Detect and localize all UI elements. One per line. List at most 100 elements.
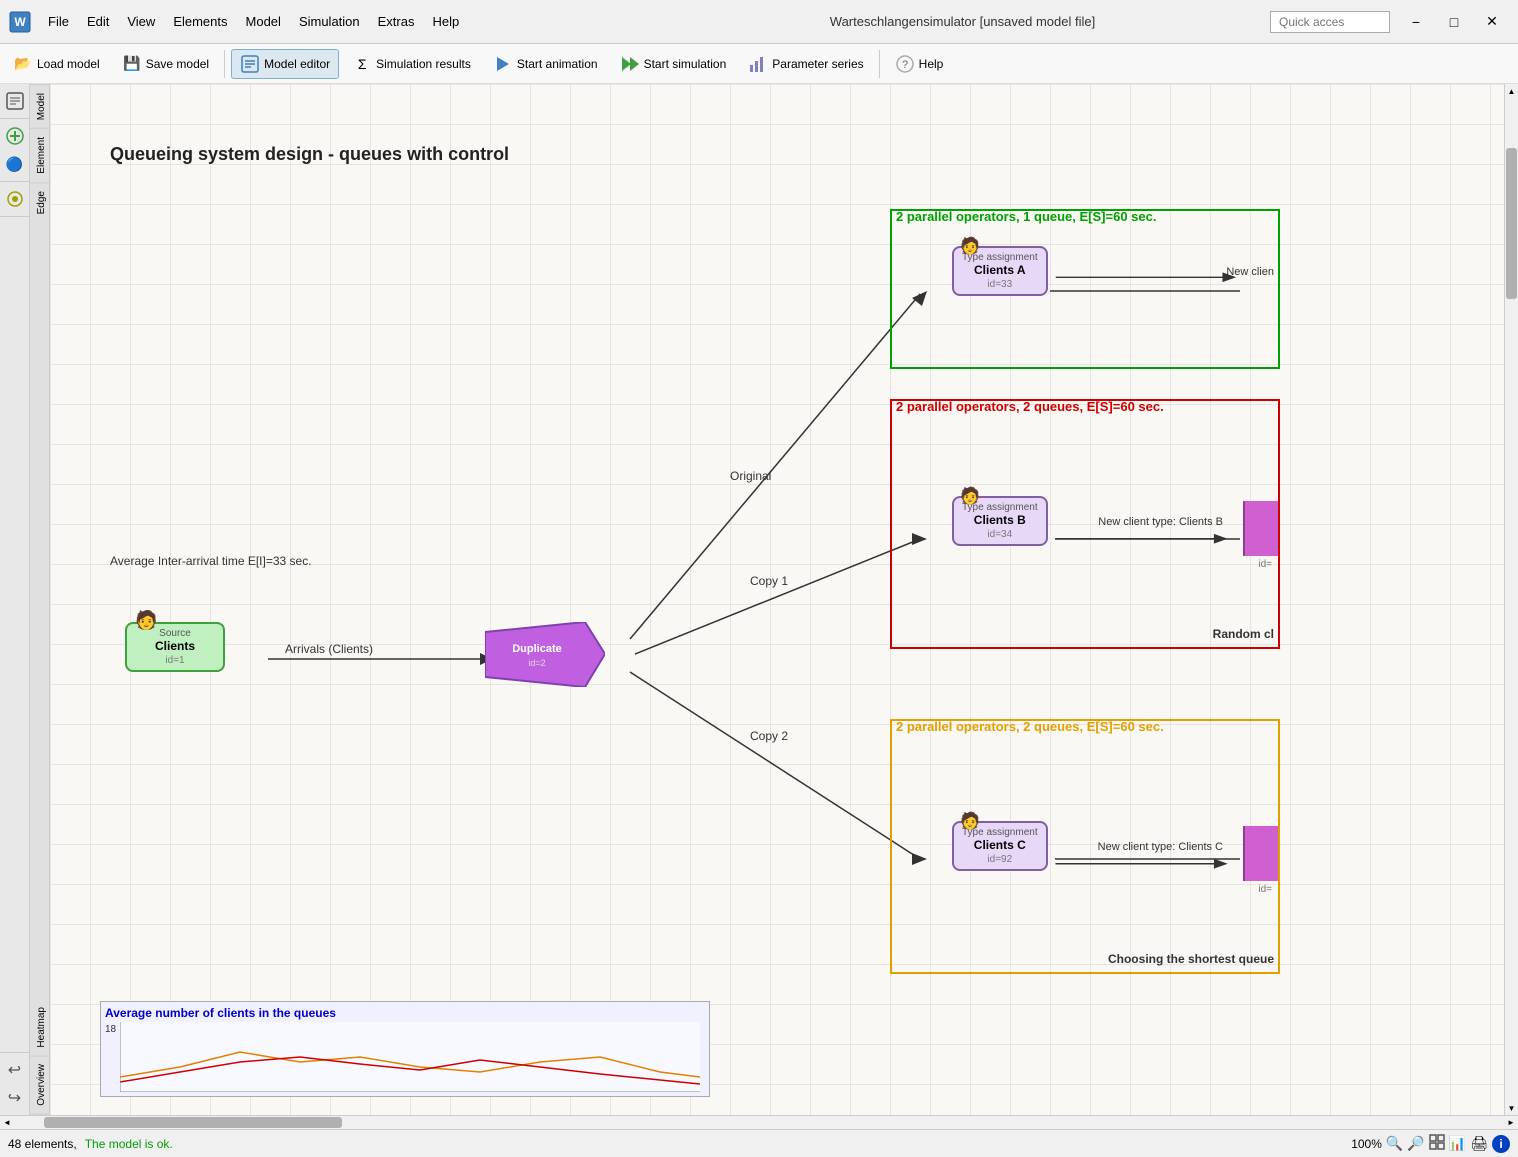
quick-access-input[interactable] [1270,11,1390,33]
scenario-title-green: 2 parallel operators, 1 queue, E[S]=60 s… [896,209,1156,224]
source-node-icon: 🧑 [135,610,157,631]
start-simulation-button[interactable]: Start simulation [611,49,736,79]
simulation-results-button[interactable]: Σ Simulation results [343,49,480,79]
canvas-title: Queueing system design - queues with con… [110,144,509,165]
zoom-fit-icon[interactable] [1429,1134,1445,1153]
model-editor-button[interactable]: Model editor [231,49,339,79]
window-controls: − □ ✕ [1398,8,1510,36]
model-editor-icon [240,54,260,74]
tab-overview[interactable]: Overview [30,1056,49,1115]
scroll-thumb[interactable] [1506,148,1517,298]
scenario-title-orange: 2 parallel operators, 2 queues, E[S]=60 … [896,719,1164,734]
type-node-clients-b[interactable]: 🧑 Type assignment Clients B id=34 [952,496,1048,546]
type-node-clients-a[interactable]: 🧑 Type assignment Clients A id=33 [952,246,1048,296]
scenario-box-orange: 2 parallel operators, 2 queues, E[S]=60 … [890,719,1280,974]
purple-node-b[interactable] [1243,501,1278,556]
minimize-button[interactable]: − [1398,8,1434,36]
menu-model[interactable]: Model [238,10,289,33]
choosing-shortest-label: Choosing the shortest queue [1108,952,1274,966]
scroll-track[interactable] [1505,98,1518,1101]
copy1-label: Copy 1 [750,574,788,588]
scroll-right-button[interactable]: ► [1504,1116,1518,1130]
original-label: Original [730,469,771,483]
close-button[interactable]: ✕ [1474,8,1510,36]
purple-node-c[interactable] [1243,826,1278,881]
tab-heatmap[interactable]: Heatmap [30,999,49,1057]
load-model-icon: 📂 [13,54,33,74]
chart-svg [120,1022,700,1092]
info-icon[interactable]: i [1492,1135,1510,1153]
element-count: 48 elements, [8,1137,77,1151]
app-icon: W [8,10,32,34]
new-client-a-label: New clien [1226,266,1274,278]
menu-view[interactable]: View [119,10,163,33]
undo-button[interactable]: ↩ [2,1057,28,1083]
element-add-icon[interactable] [2,123,28,149]
tab-strip: Model Element Edge Heatmap Overview [30,84,50,1115]
tab-model[interactable]: Model [30,84,49,128]
menu-edit[interactable]: Edit [79,10,117,33]
new-client-c-label: New client type: Clients C [1098,841,1223,853]
zoom-in-icon[interactable]: 🔎 [1407,1135,1424,1152]
left-sidebar: 🔵 ↩ ↪ [0,84,30,1115]
menu-file[interactable]: File [40,10,77,33]
menu-extras[interactable]: Extras [370,10,423,33]
redo-button[interactable]: ↪ [2,1085,28,1111]
zoom-out-icon[interactable]: 🔍 [1386,1135,1403,1152]
main-layout: 🔵 ↩ ↪ Model Element Edge Heatmap Overvie… [0,84,1518,1115]
scroll-up-button[interactable]: ▲ [1505,84,1518,98]
save-model-button[interactable]: 💾 Save model [113,49,218,79]
help-button[interactable]: ? Help [886,49,953,79]
status-icons: 100% 🔍 🔎 📊 🖨 i [1351,1134,1510,1153]
save-model-icon: 💾 [122,54,142,74]
scenario-box-green: 2 parallel operators, 1 queue, E[S]=60 s… [890,209,1280,369]
type-node-clients-c[interactable]: 🧑 Type assignment Clients C id=92 [952,821,1048,871]
svg-text:Duplicate: Duplicate [512,643,562,655]
start-animation-icon [493,54,513,74]
menu-elements[interactable]: Elements [165,10,235,33]
chart-box: Average number of clients in the queues … [100,1001,710,1097]
chart-title: Average number of clients in the queues [105,1006,705,1020]
start-animation-button[interactable]: Start animation [484,49,607,79]
print-icon[interactable]: 🖨 [1470,1135,1488,1152]
duplicate-node[interactable]: Duplicate id=2 [485,622,605,687]
chart-icon[interactable]: 📊 [1449,1135,1466,1152]
window-title: Warteschlangensimulator [unsaved model f… [655,14,1270,29]
statusbar: 48 elements, The model is ok. 100% 🔍 🔎 📊… [0,1129,1518,1157]
scroll-down-button[interactable]: ▼ [1505,1101,1518,1115]
parameter-series-button[interactable]: Parameter series [739,49,872,79]
svg-text:id=2: id=2 [528,658,545,668]
svg-text:W: W [14,15,26,29]
status-text: The model is ok. [85,1137,173,1151]
toolbar: 📂 Load model 💾 Save model Model editor Σ… [0,44,1518,84]
model-icon[interactable] [2,88,28,114]
random-cl-label: Random cl [1213,627,1274,641]
zoom-level: 100% [1351,1137,1382,1151]
help-icon: ? [895,54,915,74]
parameter-series-icon [748,54,768,74]
element-icon[interactable]: 🔵 [2,151,28,177]
hscroll-thumb[interactable] [44,1117,342,1128]
menu-simulation[interactable]: Simulation [291,10,368,33]
bottom-area: ◄ ► 48 elements, The model is ok. 100% 🔍… [0,1115,1518,1157]
menu-bar: File Edit View Elements Model Simulation… [40,10,655,33]
toolbar-separator-1 [224,50,225,78]
tab-edge[interactable]: Edge [30,182,49,222]
maximize-button[interactable]: □ [1436,8,1472,36]
tab-element[interactable]: Element [30,128,49,182]
canvas-area[interactable]: Queueing system design - queues with con… [50,84,1504,1115]
edge-icon[interactable] [2,186,28,212]
scenario-title-red: 2 parallel operators, 2 queues, E[S]=60 … [896,399,1164,414]
vertical-scrollbar: ▲ ▼ [1504,84,1518,1115]
connector-svg [50,84,1504,1115]
scroll-left-button[interactable]: ◄ [0,1116,14,1130]
arrivals-label: Arrivals (Clients) [285,642,373,656]
menu-help[interactable]: Help [424,10,467,33]
copy2-label: Copy 2 [750,729,788,743]
new-client-b-label: New client type: Clients B [1098,516,1223,528]
toolbar-separator-2 [879,50,880,78]
hscroll-track[interactable] [14,1116,1504,1129]
horizontal-scrollbar: ◄ ► [0,1115,1518,1129]
source-node[interactable]: 🧑 Source Clients id=1 [125,622,225,672]
load-model-button[interactable]: 📂 Load model [4,49,109,79]
